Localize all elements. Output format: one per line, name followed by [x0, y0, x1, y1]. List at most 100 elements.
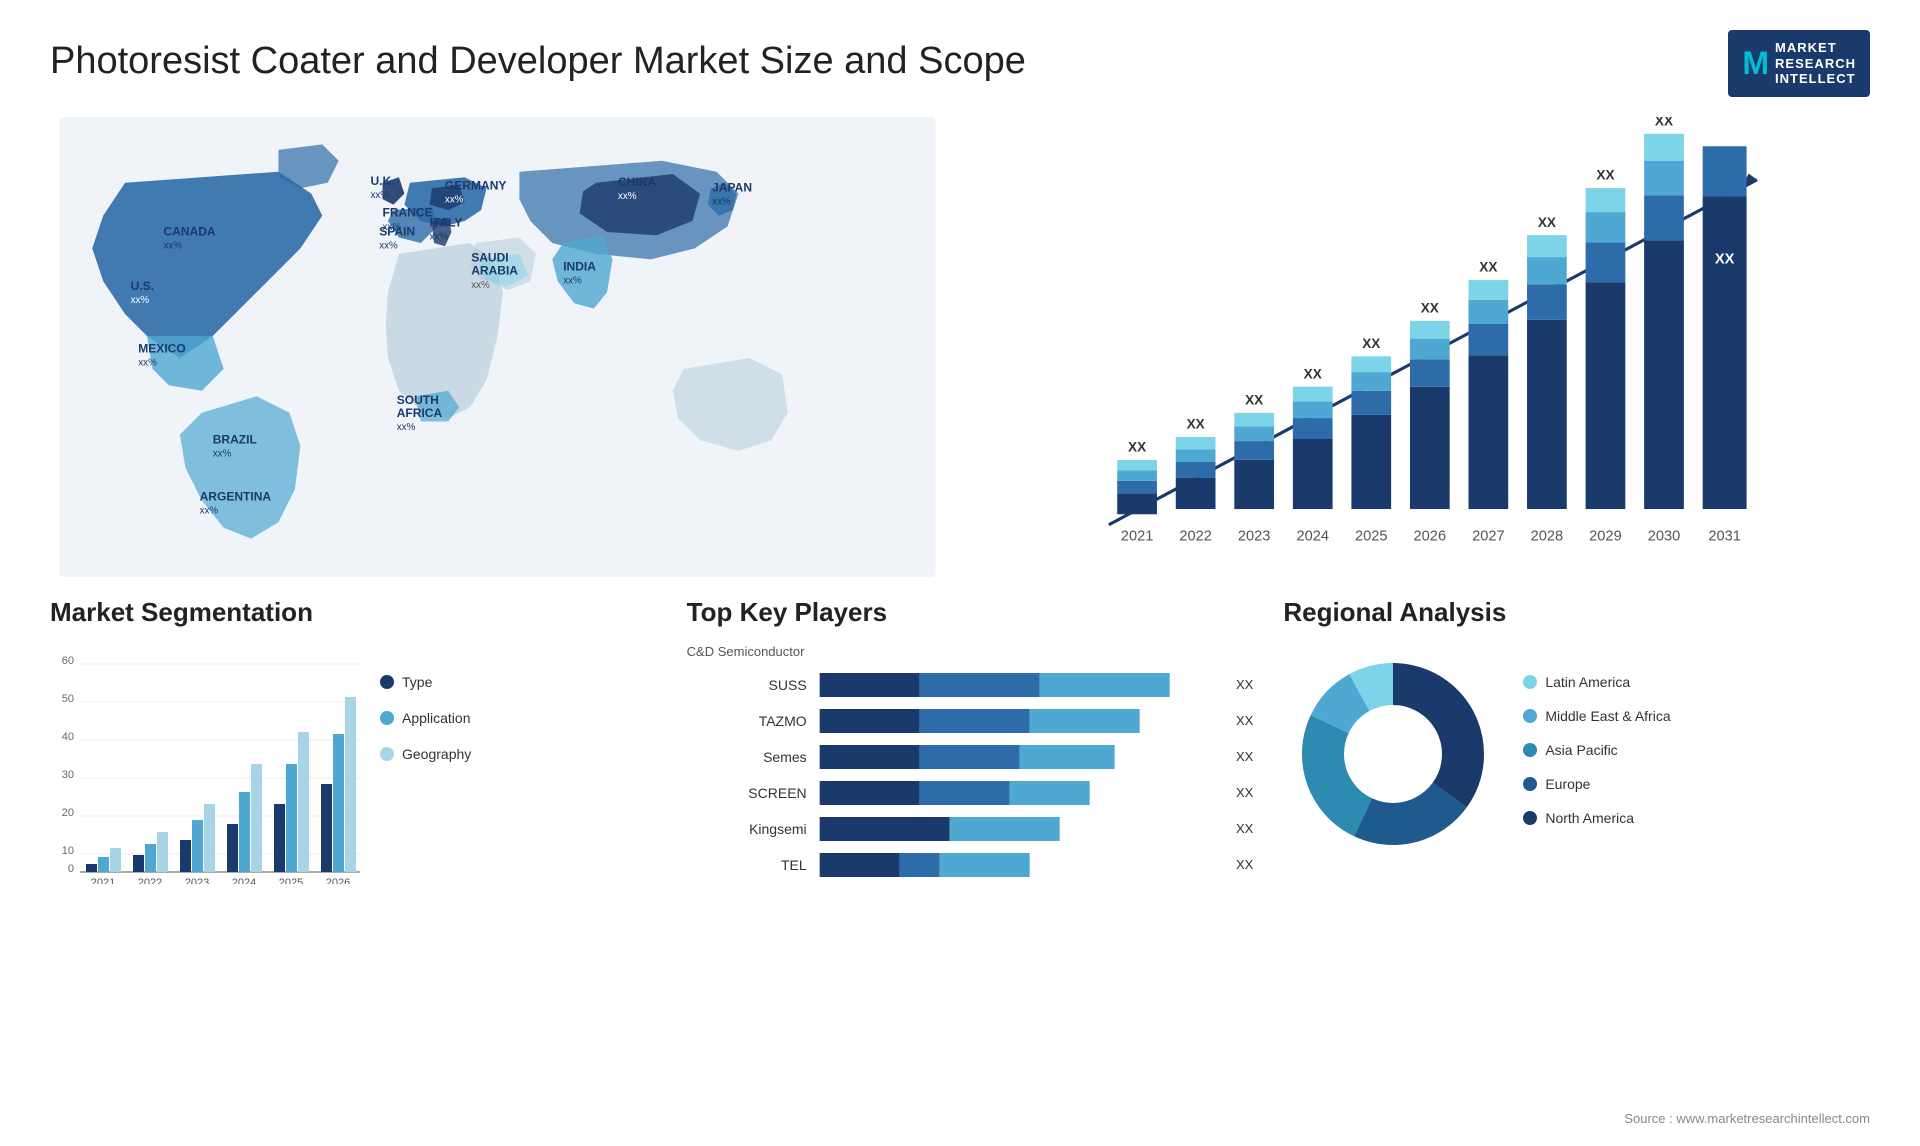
svg-text:2028: 2028 — [1531, 528, 1564, 544]
svg-text:ARABIA: ARABIA — [471, 263, 518, 277]
svg-text:MEXICO: MEXICO — [138, 341, 185, 355]
latin-america-color — [1523, 675, 1537, 689]
svg-text:xx%: xx% — [370, 190, 389, 201]
source-text: Source : www.marketresearchintellect.com — [1624, 1111, 1870, 1126]
north-america-color — [1523, 811, 1537, 825]
svg-text:xx%: xx% — [138, 357, 157, 368]
type-label: Type — [402, 674, 432, 690]
europe-color — [1523, 777, 1537, 791]
logo-text: MARKET RESEARCH INTELLECT — [1775, 40, 1856, 87]
svg-text:xx%: xx% — [563, 275, 582, 286]
player-name-screen: SCREEN — [687, 785, 807, 801]
svg-text:CANADA: CANADA — [163, 224, 215, 238]
svg-text:2021: 2021 — [91, 877, 115, 884]
geography-label: Geography — [402, 746, 471, 762]
segmentation-section: Market Segmentation 60 50 40 30 20 10 0 — [50, 597, 637, 887]
logo-box: M MARKET RESEARCH INTELLECT — [1728, 30, 1870, 97]
player-row-screen: SCREEN XX — [687, 779, 1254, 807]
asia-pacific-label: Asia Pacific — [1545, 742, 1617, 758]
svg-text:XX: XX — [1538, 215, 1556, 230]
player-bar-kingsemi — [815, 815, 1224, 843]
asia-pacific-color — [1523, 743, 1537, 757]
regional-legend: Latin America Middle East & Africa Asia … — [1523, 674, 1670, 834]
segmentation-legend: Type Application Geography — [380, 674, 471, 770]
regional-title: Regional Analysis — [1283, 597, 1870, 628]
player-value-screen: XX — [1236, 785, 1253, 800]
svg-text:2025: 2025 — [279, 877, 303, 884]
svg-text:JAPAN: JAPAN — [712, 180, 752, 194]
player-row-tazmo: TAZMO XX — [687, 707, 1254, 735]
svg-text:xx%: xx% — [471, 280, 490, 291]
player-name-suss: SUSS — [687, 677, 807, 693]
type-color — [380, 675, 394, 689]
svg-text:U.S.: U.S. — [131, 279, 154, 293]
svg-text:2021: 2021 — [1121, 528, 1154, 544]
logo-container: M MARKET RESEARCH INTELLECT — [1728, 30, 1870, 97]
svg-text:XX: XX — [1655, 117, 1673, 128]
middle-east-label: Middle East & Africa — [1545, 708, 1670, 724]
player-name-kingsemi: Kingsemi — [687, 821, 807, 837]
player-row-semes: Semes XX — [687, 743, 1254, 771]
player-value-suss: XX — [1236, 677, 1253, 692]
legend-europe: Europe — [1523, 776, 1670, 792]
north-america-label: North America — [1545, 810, 1634, 826]
svg-text:xx%: xx% — [163, 240, 182, 251]
legend-north-america: North America — [1523, 810, 1670, 826]
svg-text:XX: XX — [1187, 416, 1205, 431]
svg-text:SPAIN: SPAIN — [379, 224, 415, 238]
svg-text:2022: 2022 — [138, 877, 162, 884]
player-value-tazmo: XX — [1236, 713, 1253, 728]
svg-text:xx%: xx% — [618, 191, 637, 202]
svg-text:60: 60 — [62, 655, 74, 667]
application-label: Application — [402, 710, 471, 726]
svg-text:50: 50 — [62, 693, 74, 705]
legend-geography: Geography — [380, 746, 471, 762]
player-name-tel: TEL — [687, 857, 807, 873]
svg-text:xx%: xx% — [379, 240, 398, 251]
latin-america-label: Latin America — [1545, 674, 1630, 690]
player-name-semes: Semes — [687, 749, 807, 765]
logo-line3: INTELLECT — [1775, 71, 1856, 87]
svg-text:xx%: xx% — [445, 194, 464, 205]
player-row-tel: TEL XX — [687, 851, 1254, 879]
svg-text:xx%: xx% — [397, 422, 416, 433]
players-title: Top Key Players — [687, 597, 1254, 628]
legend-middle-east: Middle East & Africa — [1523, 708, 1670, 724]
svg-text:FRANCE: FRANCE — [383, 205, 433, 219]
map-section: CANADA xx% U.S. xx% MEXICO xx% BRAZIL xx… — [50, 117, 945, 577]
bottom-grid: Market Segmentation 60 50 40 30 20 10 0 — [50, 597, 1870, 887]
svg-text:ITALY: ITALY — [430, 215, 463, 229]
legend-asia-pacific: Asia Pacific — [1523, 742, 1670, 758]
page-container: Photoresist Coater and Developer Market … — [0, 0, 1920, 1146]
player-bar-tel — [815, 851, 1224, 879]
svg-text:xx%: xx% — [712, 196, 731, 207]
svg-text:2024: 2024 — [232, 877, 256, 884]
svg-text:2022: 2022 — [1179, 528, 1212, 544]
svg-text:2029: 2029 — [1589, 528, 1622, 544]
page-title: Photoresist Coater and Developer Market … — [50, 40, 1026, 83]
svg-text:XX: XX — [1715, 251, 1735, 267]
logo-line1: MARKET — [1775, 40, 1856, 56]
legend-type: Type — [380, 674, 471, 690]
player-row-suss: SUSS XX — [687, 671, 1254, 699]
svg-text:20: 20 — [62, 807, 74, 819]
legend-application: Application — [380, 710, 471, 726]
svg-text:XX: XX — [1596, 168, 1614, 183]
svg-text:XX: XX — [1362, 336, 1380, 351]
player-row-kingsemi: Kingsemi XX — [687, 815, 1254, 843]
segmentation-chart: 60 50 40 30 20 10 0 — [50, 644, 370, 884]
svg-text:XX: XX — [1304, 366, 1322, 381]
svg-text:xx%: xx% — [213, 448, 232, 459]
middle-east-color — [1523, 709, 1537, 723]
segmentation-title: Market Segmentation — [50, 597, 637, 628]
svg-text:xx%: xx% — [430, 231, 449, 242]
geography-color — [380, 747, 394, 761]
player-value-kingsemi: XX — [1236, 821, 1253, 836]
regional-section: Regional Analysis — [1283, 597, 1870, 887]
svg-text:SOUTH: SOUTH — [397, 393, 439, 407]
svg-text:CHINA: CHINA — [618, 175, 656, 189]
growth-bar-chart: XX XX XX XX — [975, 117, 1870, 577]
svg-text:40: 40 — [62, 731, 74, 743]
svg-text:AFRICA: AFRICA — [397, 406, 443, 420]
player-value-tel: XX — [1236, 857, 1253, 872]
